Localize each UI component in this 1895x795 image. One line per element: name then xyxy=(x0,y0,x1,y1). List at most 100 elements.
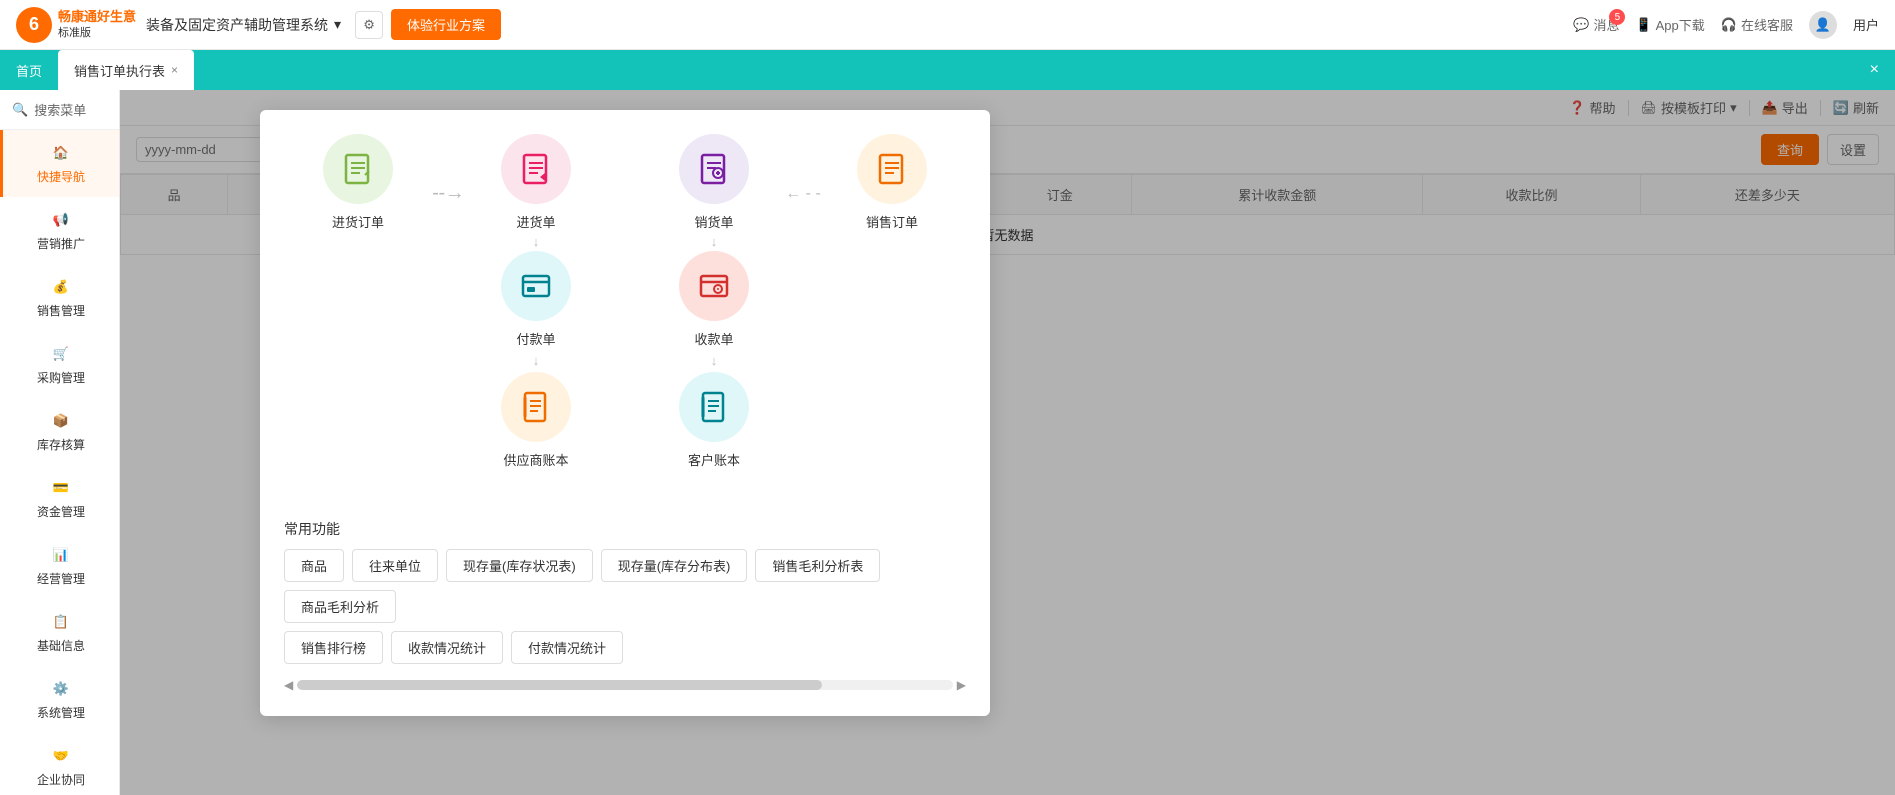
purchase-icon: 🛒 xyxy=(50,343,72,365)
quick-nav-popup: 进货订单 - - → 进货单 xyxy=(260,110,990,716)
search-icon: 🔍 xyxy=(12,102,28,118)
sidebar-item-enterprise[interactable]: 🤝 企业协同 xyxy=(0,733,119,795)
user-avatar[interactable]: 👤 xyxy=(1809,11,1837,39)
marketing-icon: 📢 xyxy=(50,209,72,231)
func-btn-goods[interactable]: 商品 xyxy=(284,549,344,582)
common-funcs-title: 常用功能 xyxy=(284,519,966,539)
tab-sales-order-label: 销售订单执行表 xyxy=(74,61,165,80)
operations-icon: 📊 xyxy=(50,544,72,566)
customer-ledger-icon xyxy=(679,372,749,442)
tab-home-label: 首页 xyxy=(16,61,42,80)
func-btns-row2: 销售排行榜 收款情况统计 付款情况统计 xyxy=(284,631,966,664)
sidebar-item-inventory[interactable]: 📦 库存核算 xyxy=(0,398,119,465)
sales-order-icon xyxy=(857,134,927,204)
message-action[interactable]: 💬 消息 5 xyxy=(1573,15,1619,34)
logo-area: 6 畅康通好生意 标准版 xyxy=(16,7,136,43)
popup-scrollbar-area: ◀ ▶ xyxy=(284,678,966,692)
sales-icon: 💰 xyxy=(50,276,72,298)
popup-scrollbar-thumb xyxy=(297,680,821,690)
inventory-icon: 📦 xyxy=(50,410,72,432)
sidebar-item-finance[interactable]: 💳 资金管理 xyxy=(0,465,119,532)
arrow-po-to-pr: - - → xyxy=(422,160,472,205)
gear-button[interactable]: ⚙ xyxy=(355,11,383,39)
sidebar-item-marketing[interactable]: 📢 营销推广 xyxy=(0,197,119,264)
logo-icon: 6 xyxy=(16,7,52,43)
payment-icon xyxy=(501,251,571,321)
receipt-icon xyxy=(679,251,749,321)
sidebar-search[interactable]: 🔍 搜索菜单 xyxy=(0,90,119,130)
sidebar-item-purchase[interactable]: 🛒 采购管理 xyxy=(0,331,119,398)
node-receipt-label: 收款单 xyxy=(694,329,733,348)
sidebar-item-label-7: 基础信息 xyxy=(37,637,85,654)
arrow-down-sr: ↓ xyxy=(650,234,778,249)
node-customer-ledger[interactable]: 客户账本 xyxy=(650,372,778,469)
node-purchase-receipt[interactable]: 进货单 xyxy=(472,134,600,231)
node-purchase-order-label: 进货订单 xyxy=(332,212,384,231)
node-sales-order[interactable]: 销售订单 xyxy=(828,134,956,231)
system-icon: ⚙️ xyxy=(50,678,72,700)
tab-close-icon[interactable]: × xyxy=(171,63,178,77)
sidebar-item-sales[interactable]: 💰 销售管理 xyxy=(0,264,119,331)
node-supplier-ledger[interactable]: 供应商账本 xyxy=(472,372,600,469)
app-icon: 📱 xyxy=(1635,17,1651,33)
search-label: 搜索菜单 xyxy=(34,100,86,119)
func-btn-stock-dist[interactable]: 现存量(库存分布表) xyxy=(601,549,748,582)
supplier-ledger-icon xyxy=(501,372,571,442)
node-receipt[interactable]: 收款单 xyxy=(650,251,778,348)
quick-nav-icon: 🏠 xyxy=(50,142,72,164)
scroll-left-icon[interactable]: ◀ xyxy=(284,678,293,692)
sidebar-item-label-8: 系统管理 xyxy=(37,704,85,721)
sidebar-item-label-3: 采购管理 xyxy=(37,369,85,386)
popup-scrollbar[interactable] xyxy=(297,680,953,690)
flow-chart: 进货订单 - - → 进货单 xyxy=(284,134,966,503)
sidebar: 🔍 搜索菜单 🏠 快捷导航 📢 营销推广 💰 销售管理 🛒 采购管理 📦 库存核… xyxy=(0,90,120,795)
func-btn-payment-stats[interactable]: 付款情况统计 xyxy=(511,631,623,664)
func-btn-goods-margin[interactable]: 商品毛利分析 xyxy=(284,590,396,623)
sidebar-item-basic-info[interactable]: 📋 基础信息 xyxy=(0,599,119,666)
try-industry-button[interactable]: 体验行业方案 xyxy=(391,9,501,40)
sidebar-item-operations[interactable]: 📊 经营管理 xyxy=(0,532,119,599)
online-service-action[interactable]: 🎧 在线客服 xyxy=(1721,15,1793,34)
app-download-label: App下载 xyxy=(1656,15,1705,34)
brand-edition: 标准版 xyxy=(58,26,136,40)
node-purchase-order[interactable]: 进货订单 xyxy=(294,134,422,231)
purchase-order-icon xyxy=(323,134,393,204)
user-name[interactable]: 用户 xyxy=(1853,15,1879,34)
tab-sales-order[interactable]: 销售订单执行表 × xyxy=(58,50,194,90)
logo-text: 畅康通好生意 标准版 xyxy=(58,9,136,40)
func-btn-counterpart[interactable]: 往来单位 xyxy=(352,549,438,582)
arrow-down-pr: ↓ xyxy=(472,234,600,249)
sidebar-item-system[interactable]: ⚙️ 系统管理 xyxy=(0,666,119,733)
top-header: 6 畅康通好生意 标准版 装备及固定资产辅助管理系统 ▾ ⚙ 体验行业方案 💬 … xyxy=(0,0,1895,50)
func-btn-receipt-stats[interactable]: 收款情况统计 xyxy=(391,631,503,664)
sidebar-item-label-9: 企业协同 xyxy=(37,771,85,788)
node-sales-order-label: 销售订单 xyxy=(866,212,918,231)
arrow-so-to-sr: ← - - xyxy=(778,163,828,203)
sidebar-item-label-4: 库存核算 xyxy=(37,436,85,453)
enterprise-icon: 🤝 xyxy=(50,745,72,767)
app-download-action[interactable]: 📱 App下载 xyxy=(1635,15,1704,34)
system-title-area: 装备及固定资产辅助管理系统 ▾ xyxy=(146,15,347,35)
system-title: 装备及固定资产辅助管理系统 xyxy=(146,15,328,35)
func-btn-sales-rank[interactable]: 销售排行榜 xyxy=(284,631,383,664)
popup-overlay[interactable]: 进货订单 - - → 进货单 xyxy=(120,90,1895,795)
node-supplier-ledger-label: 供应商账本 xyxy=(503,450,568,469)
tab-home[interactable]: 首页 xyxy=(0,50,58,90)
system-dropdown-icon[interactable]: ▾ xyxy=(334,16,341,33)
message-icon: 💬 xyxy=(1573,17,1589,33)
content-area: ❓ 帮助 🖨 按模板打印 ▾ 📤 导出 🔄 刷新 xyxy=(120,90,1895,795)
sidebar-item-label-1: 营销推广 xyxy=(37,235,85,252)
sidebar-item-label-5: 资金管理 xyxy=(37,503,85,520)
scroll-right-icon[interactable]: ▶ xyxy=(957,678,966,692)
sidebar-item-label-6: 经营管理 xyxy=(37,570,85,587)
node-sales-receipt[interactable]: 销货单 xyxy=(650,134,778,231)
func-btn-stock-status[interactable]: 现存量(库存状况表) xyxy=(446,549,593,582)
node-sales-receipt-label: 销货单 xyxy=(694,212,733,231)
func-btn-sales-margin[interactable]: 销售毛利分析表 xyxy=(755,549,880,582)
node-payment-label: 付款单 xyxy=(516,329,555,348)
purchase-receipt-icon xyxy=(501,134,571,204)
sidebar-item-quick-nav[interactable]: 🏠 快捷导航 xyxy=(0,130,119,197)
arrow-down-rec: ↓ xyxy=(650,353,778,368)
tab-bar-close-icon[interactable]: × xyxy=(1870,61,1879,79)
node-payment[interactable]: 付款单 xyxy=(472,251,600,348)
